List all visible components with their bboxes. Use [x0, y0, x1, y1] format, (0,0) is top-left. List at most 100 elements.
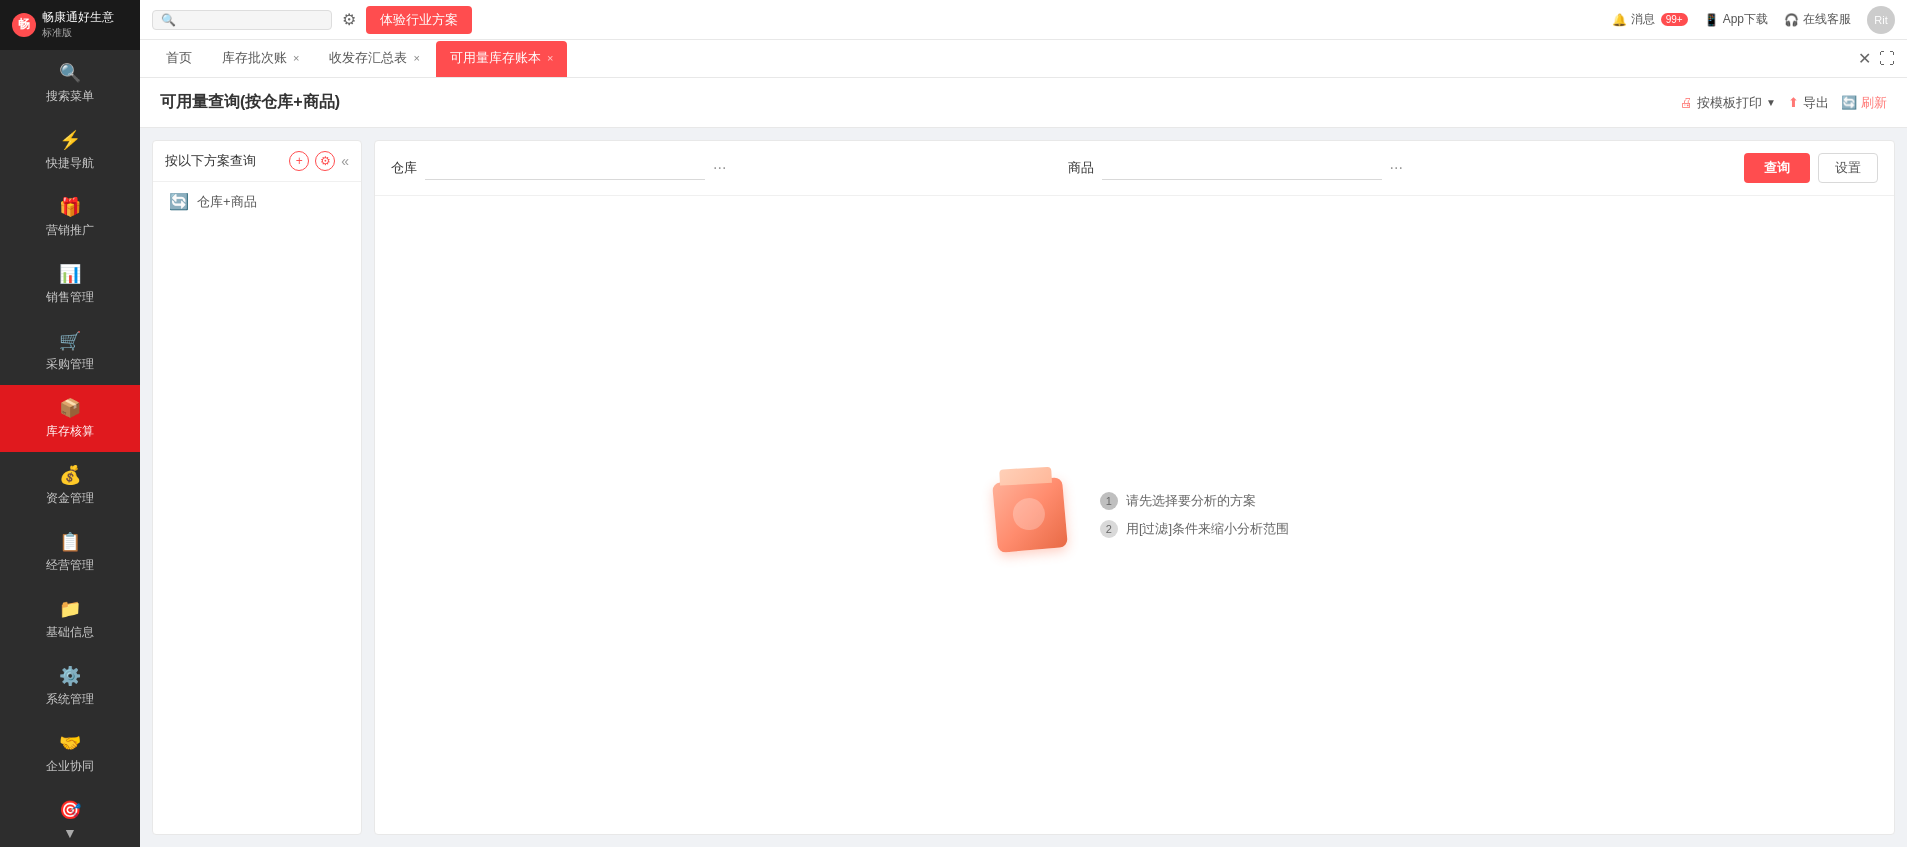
- sidebar-item-search[interactable]: 🔍 搜索菜单: [0, 50, 140, 117]
- avatar: Rit: [1867, 6, 1895, 34]
- sidebar-item-operations[interactable]: 📋 经营管理: [0, 519, 140, 586]
- empty-hint-2-text: 用[过滤]条件来缩小分析范围: [1126, 520, 1289, 538]
- scheme-item-label: 仓库+商品: [197, 193, 257, 211]
- warehouse-filter-group: 仓库 ···: [391, 156, 1048, 180]
- sidebar-item-system[interactable]: ⚙️ 系统管理: [0, 653, 140, 720]
- inventory-icon: 📦: [59, 397, 81, 419]
- settings-gear-button[interactable]: ⚙: [342, 10, 356, 29]
- tab-close-icon[interactable]: ×: [293, 52, 299, 64]
- tab-batch-account-label: 库存批次账: [222, 49, 287, 67]
- right-panel: 仓库 ··· 商品 ··· 查询 设置: [374, 140, 1895, 835]
- tab-home[interactable]: 首页: [152, 41, 206, 77]
- warehouse-more-button[interactable]: ···: [713, 159, 726, 177]
- sidebar-item-newguide[interactable]: 🎯 新手引导: [0, 787, 140, 819]
- sidebar-item-label: 资金管理: [46, 490, 94, 507]
- sidebar-item-inventory[interactable]: 📦 库存核算: [0, 385, 140, 452]
- top-header: 🔍 ⚙ 体验行业方案 🔔 消息 99+ 📱 App下载 🎧 在线客服 Rit: [140, 0, 1907, 40]
- product-filter-group: 商品 ···: [1068, 156, 1725, 180]
- empty-box-graphic: [992, 477, 1068, 553]
- phone-icon: 📱: [1704, 13, 1719, 27]
- customer-service-item[interactable]: 🎧 在线客服: [1784, 11, 1851, 28]
- content-area: 按以下方案查询 + ⚙ « 🔄 仓库+商品 仓库: [140, 128, 1907, 847]
- export-button[interactable]: ⬆ 导出: [1788, 94, 1829, 112]
- tab-available-inventory[interactable]: 可用量库存账本 ×: [436, 41, 567, 77]
- notifications-item[interactable]: 🔔 消息 99+: [1612, 11, 1688, 28]
- sidebar-item-label: 快捷导航: [46, 155, 94, 172]
- tab-bar: 首页 库存批次账 × 收发存汇总表 × 可用量库存账本 × ✕ ⛶: [140, 40, 1907, 78]
- column-settings-button[interactable]: 设置: [1818, 153, 1878, 183]
- expand-tab-button[interactable]: ⛶: [1879, 50, 1895, 68]
- sidebar-item-purchase[interactable]: 🛒 采购管理: [0, 318, 140, 385]
- refresh-button[interactable]: 🔄 刷新: [1841, 94, 1887, 112]
- warehouse-filter-input[interactable]: [425, 156, 705, 180]
- filter-actions: 查询 设置: [1744, 153, 1878, 183]
- step-number-2: 2: [1100, 520, 1118, 538]
- search-icon: 🔍: [161, 13, 176, 27]
- shortcut-icon: ⚡: [59, 129, 81, 151]
- collapse-panel-button[interactable]: «: [341, 153, 349, 169]
- headset-icon: 🎧: [1784, 13, 1799, 27]
- print-template-button[interactable]: 🖨 按模板打印 ▼: [1680, 94, 1776, 112]
- sidebar-item-label: 企业协同: [46, 758, 94, 775]
- refresh-icon: 🔄: [1841, 95, 1857, 110]
- tab-batch-account[interactable]: 库存批次账 ×: [208, 41, 313, 77]
- chart-icon: 📊: [59, 263, 81, 285]
- tab-close-icon[interactable]: ×: [413, 52, 419, 64]
- sidebar-item-finance[interactable]: 💰 资金管理: [0, 452, 140, 519]
- sidebar-item-label: 系统管理: [46, 691, 94, 708]
- clipboard-icon: 📋: [59, 531, 81, 553]
- left-panel: 按以下方案查询 + ⚙ « 🔄 仓库+商品: [152, 140, 362, 835]
- sidebar-item-label: 库存核算: [46, 423, 94, 440]
- page-header-actions: 🖨 按模板打印 ▼ ⬆ 导出 🔄 刷新: [1680, 94, 1887, 112]
- refresh-label: 刷新: [1861, 94, 1887, 112]
- money-icon: 💰: [59, 464, 81, 486]
- user-profile-item[interactable]: Rit: [1867, 6, 1895, 34]
- app-download-item[interactable]: 📱 App下载: [1704, 11, 1768, 28]
- tab-available-inventory-label: 可用量库存账本: [450, 49, 541, 67]
- page-container: 可用量查询(按仓库+商品) 🖨 按模板打印 ▼ ⬆ 导出 🔄 刷新: [140, 78, 1907, 847]
- sidebar-item-enterprise-collab[interactable]: 🤝 企业协同: [0, 720, 140, 787]
- add-scheme-button[interactable]: +: [289, 151, 309, 171]
- sidebar-item-label: 基础信息: [46, 624, 94, 641]
- folder-icon: 📁: [59, 598, 81, 620]
- sidebar-item-basic[interactable]: 📁 基础信息: [0, 586, 140, 653]
- product-filter-input[interactable]: [1102, 156, 1382, 180]
- empty-state: 1 请先选择要分析的方案 2 用[过滤]条件来缩小分析范围: [375, 196, 1894, 834]
- product-more-button[interactable]: ···: [1390, 159, 1403, 177]
- empty-hint-2: 2 用[过滤]条件来缩小分析范围: [1100, 520, 1289, 538]
- notifications-badge: 99+: [1661, 13, 1688, 26]
- sidebar-item-shortcut[interactable]: ⚡ 快捷导航: [0, 117, 140, 184]
- scheme-icon: 🔄: [169, 192, 189, 211]
- handshake-icon: 🤝: [59, 732, 81, 754]
- sidebar-scroll-down[interactable]: ▼: [0, 819, 140, 847]
- tab-home-label: 首页: [166, 49, 192, 67]
- cart-icon: 🛒: [59, 330, 81, 352]
- printer-icon: 🖨: [1680, 95, 1693, 110]
- sidebar-item-label: 销售管理: [46, 289, 94, 306]
- customer-service-label: 在线客服: [1803, 11, 1851, 28]
- export-icon: ⬆: [1788, 95, 1799, 110]
- target-icon: 🎯: [59, 799, 81, 819]
- brand-name: 畅康通好生意: [42, 10, 114, 26]
- scheme-settings-button[interactable]: ⚙: [315, 151, 335, 171]
- notifications-label: 消息: [1631, 11, 1655, 28]
- sidebar-item-marketing[interactable]: 🎁 营销推广: [0, 184, 140, 251]
- sidebar-scroll: 🔍 搜索菜单 ⚡ 快捷导航 🎁 营销推广 📊 销售管理 🛒 采购管理 📦 库存核…: [0, 50, 140, 819]
- query-button[interactable]: 查询: [1744, 153, 1810, 183]
- tab-close-active-icon[interactable]: ×: [547, 52, 553, 64]
- product-filter-label: 商品: [1068, 159, 1094, 177]
- tab-receipt-summary[interactable]: 收发存汇总表 ×: [315, 41, 433, 77]
- sidebar-item-sales[interactable]: 📊 销售管理: [0, 251, 140, 318]
- top-search-bar[interactable]: 🔍: [152, 10, 332, 30]
- scheme-item-warehouse-product[interactable]: 🔄 仓库+商品: [153, 182, 361, 221]
- sidebar: 畅 畅康通好生意 标准版 🔍 搜索菜单 ⚡ 快捷导航 🎁 营销推广 📊 销售管理…: [0, 0, 140, 847]
- tab-receipt-summary-label: 收发存汇总表: [329, 49, 407, 67]
- step-number-1: 1: [1100, 492, 1118, 510]
- empty-illustration: [980, 465, 1080, 565]
- brand-info: 畅康通好生意 标准版: [42, 10, 114, 40]
- sidebar-item-label: 采购管理: [46, 356, 94, 373]
- page-header: 可用量查询(按仓库+商品) 🖨 按模板打印 ▼ ⬆ 导出 🔄 刷新: [140, 78, 1907, 128]
- industry-solution-button[interactable]: 体验行业方案: [366, 6, 472, 34]
- close-tab-button[interactable]: ✕: [1858, 49, 1871, 68]
- brand-sub: 标准版: [42, 26, 114, 40]
